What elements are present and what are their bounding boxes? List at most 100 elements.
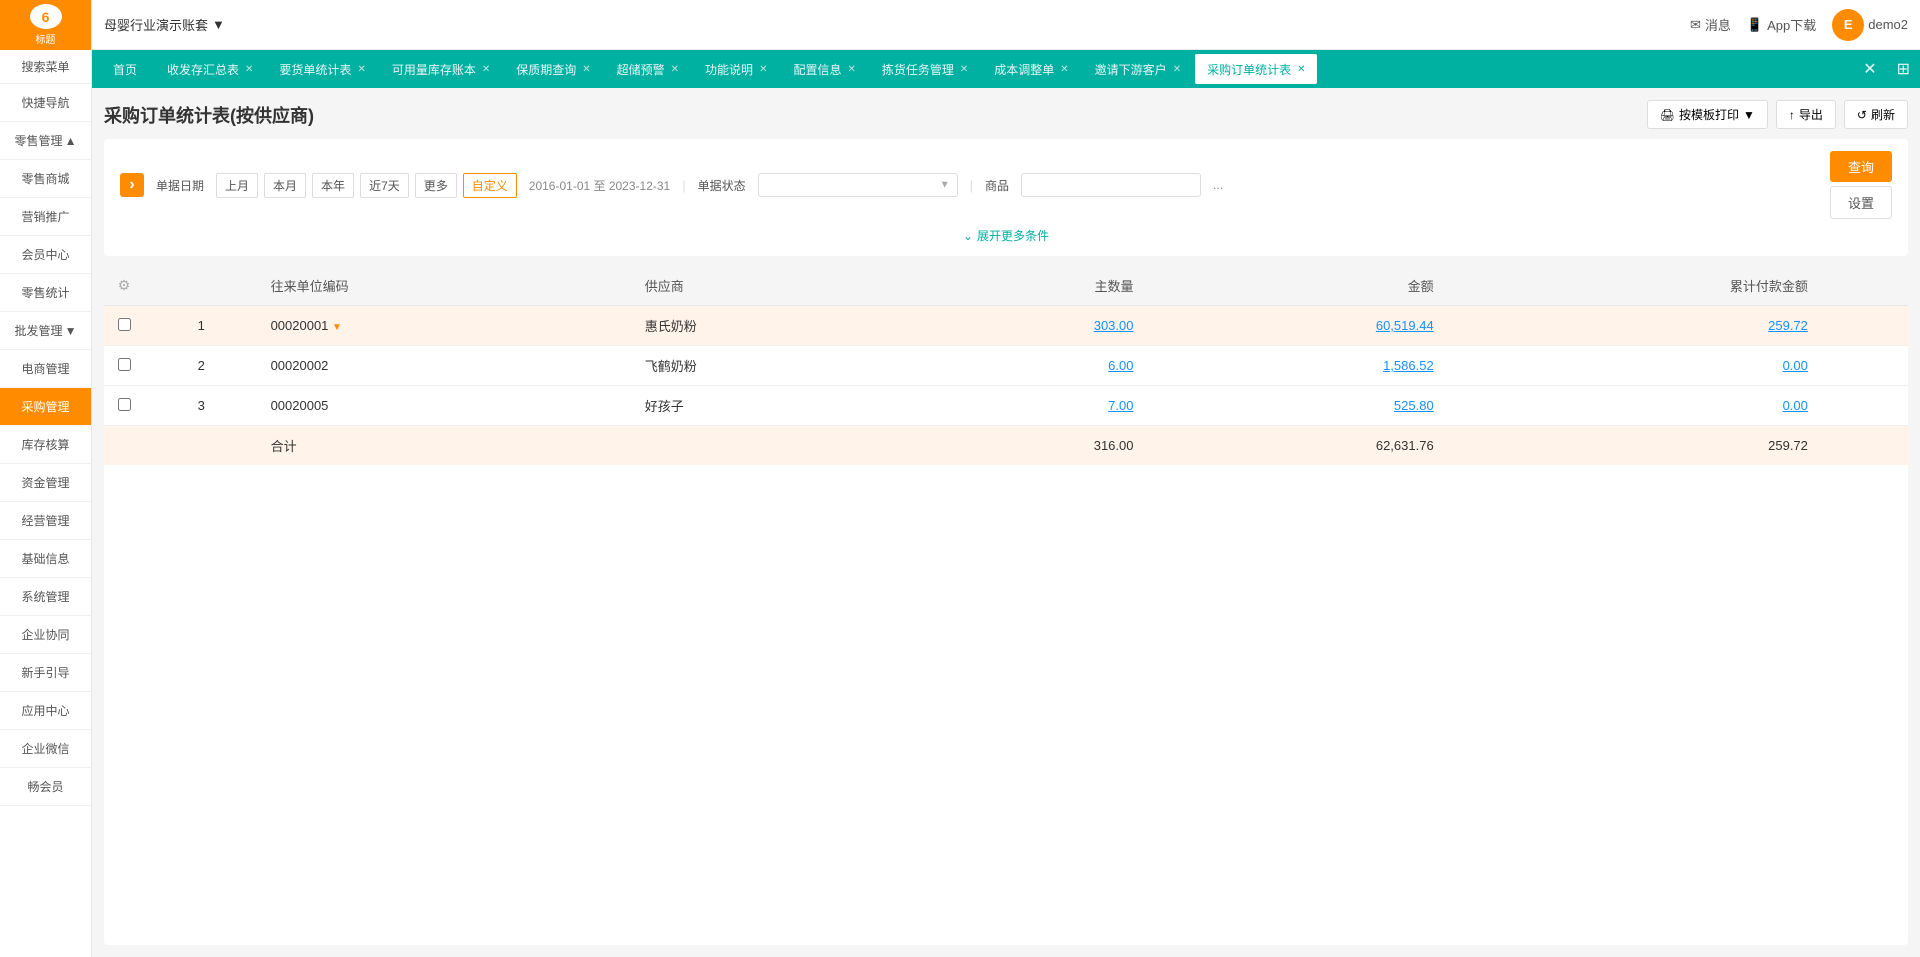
row-paid-amount[interactable]: 0.00 [1446, 386, 1820, 426]
tab-close-icon[interactable]: ✕ [582, 64, 590, 75]
sidebar-item-marketing[interactable]: 营销推广 [0, 198, 91, 236]
date-btn-7days[interactable]: 近7天 [360, 173, 409, 198]
tab-requisition-stat[interactable]: 要货单统计表 ✕ [267, 54, 377, 84]
goods-input[interactable] [1021, 173, 1201, 197]
tab-cost-adjust[interactable]: 成本调整单 ✕ [982, 54, 1080, 84]
tab-close-icon[interactable]: ✕ [1060, 64, 1068, 75]
tab-close-icon[interactable]: ✕ [671, 64, 679, 75]
chevron-down-icon: ▼ [1743, 108, 1755, 122]
workspace-label: 母婴行业演示账套 [104, 15, 208, 34]
page-header: 采购订单统计表(按供应商) 🖨 按模板打印 ▼ ↑ 导出 ↺ 刷新 [104, 100, 1908, 129]
sidebar-item-system[interactable]: 系统管理 [0, 578, 91, 616]
sidebar-item-batch[interactable]: 批发管理 ▼ [0, 312, 91, 350]
date-btn-this-month[interactable]: 本月 [264, 173, 306, 198]
date-custom-tag[interactable]: 自定义 [463, 173, 517, 198]
sidebar-item-newbie[interactable]: 新手引导 [0, 654, 91, 692]
tab-close-icon[interactable]: ✕ [847, 64, 855, 75]
footer-empty [104, 426, 259, 466]
tab-purchase-stat[interactable]: 采购订单统计表 ✕ [1195, 54, 1317, 84]
row-supplier-name: 飞鹤奶粉 [633, 346, 912, 386]
sidebar-item-purchase[interactable]: 采购管理 [0, 388, 91, 426]
app-download-action[interactable]: 📱 App下载 [1747, 15, 1816, 34]
date-btn-last-month[interactable]: 上月 [216, 173, 258, 198]
sidebar-item-retail[interactable]: 零售管理 ▲ [0, 122, 91, 160]
sidebar-item-quicknav[interactable]: 快捷导航 [0, 84, 91, 122]
tab-function-desc[interactable]: 功能说明 ✕ [693, 54, 779, 84]
tab-close-icon[interactable]: ✕ [759, 64, 767, 75]
top-bar-right: ✉ 消息 📱 App下载 E demo2 [1690, 9, 1908, 41]
tab-overstock-alert[interactable]: 超储预警 ✕ [605, 54, 691, 84]
tab-expiry-query[interactable]: 保质期查询 ✕ [504, 54, 602, 84]
app-logo: 6 标题 [0, 0, 91, 50]
row-amount[interactable]: 525.80 [1145, 386, 1445, 426]
col-extra [1820, 266, 1908, 306]
row-amount[interactable]: 1,586.52 [1145, 346, 1445, 386]
sidebar-item-operations[interactable]: 经营管理 [0, 502, 91, 540]
tab-invite-customer[interactable]: 邀请下游客户 ✕ [1083, 54, 1193, 84]
sidebar-item-basic[interactable]: 基础信息 [0, 540, 91, 578]
col-settings: ⚙ [104, 266, 144, 306]
settings-icon[interactable]: ⚙ [118, 277, 131, 293]
sidebar-item-appcenter[interactable]: 应用中心 [0, 692, 91, 730]
table-container: ⚙ 往来单位编码 供应商 主数量 金额 累计付款金额 [104, 266, 1908, 945]
row-supplier-name: 好孩子 [633, 386, 912, 426]
goods-label: 商品 [985, 177, 1009, 194]
date-btn-this-year[interactable]: 本年 [312, 173, 354, 198]
date-btn-more[interactable]: 更多 [415, 173, 457, 198]
row-quantity[interactable]: 303.00 [912, 306, 1146, 346]
footer-quantity: 316.00 [912, 426, 1146, 466]
tab-pick-task[interactable]: 拣货任务管理 ✕ [870, 54, 980, 84]
sidebar-item-wechat[interactable]: 企业微信 [0, 730, 91, 768]
row-quantity[interactable]: 6.00 [912, 346, 1146, 386]
sidebar-item-retail-stat[interactable]: 零售统计 [0, 274, 91, 312]
tab-close-icon[interactable]: ✕ [960, 64, 968, 75]
export-button[interactable]: ↑ 导出 [1776, 100, 1836, 129]
tab-close-icon[interactable]: ✕ [357, 64, 365, 75]
tab-home[interactable]: 首页 [97, 54, 153, 84]
sidebar-item-finance[interactable]: 资金管理 [0, 464, 91, 502]
workspace-selector[interactable]: 母婴行业演示账套 ▼ [104, 15, 225, 34]
sidebar-item-member[interactable]: 会员中心 [0, 236, 91, 274]
sidebar-item-inventory[interactable]: 库存核算 [0, 426, 91, 464]
table-footer-row: 合计 316.00 62,631.76 259.72 [104, 426, 1908, 466]
expand-conditions-btn[interactable]: ⌄ 展开更多条件 [963, 227, 1049, 244]
sidebar-item-ecommerce[interactable]: 电商管理 [0, 350, 91, 388]
refresh-button[interactable]: ↺ 刷新 [1844, 100, 1908, 129]
search-menu[interactable]: 搜索菜单 [0, 50, 91, 84]
row-paid-amount[interactable]: 0.00 [1446, 346, 1820, 386]
sidebar-item-retail-mall[interactable]: 零售商城 [0, 160, 91, 198]
message-action[interactable]: ✉ 消息 [1690, 15, 1731, 34]
tab-close-icon[interactable]: ✕ [482, 64, 490, 75]
row-quantity[interactable]: 7.00 [912, 386, 1146, 426]
sidebar: 6 标题 搜索菜单 快捷导航 零售管理 ▲ 零售商城 营销推广 会员中心 零售统… [0, 0, 92, 957]
table-header-row: ⚙ 往来单位编码 供应商 主数量 金额 累计付款金额 [104, 266, 1908, 306]
tab-config-info[interactable]: 配置信息 ✕ [781, 54, 867, 84]
status-select[interactable] [758, 173, 958, 197]
row-checkbox-cell [104, 306, 144, 346]
chevron-down-icon: ▲ [65, 134, 77, 148]
tab-expand-btn[interactable]: ⊞ [1891, 55, 1916, 83]
tab-close-icon[interactable]: ✕ [1297, 64, 1305, 75]
row-checkbox[interactable] [118, 398, 131, 411]
row-checkbox[interactable] [118, 358, 131, 371]
expand-row-icon[interactable]: ▼ [332, 322, 342, 333]
row-checkbox[interactable] [118, 318, 131, 331]
tab-close-all-btn[interactable]: ✕ [1857, 55, 1882, 83]
col-quantity: 主数量 [912, 266, 1146, 306]
tab-usable-inventory[interactable]: 可用量库存账本 ✕ [380, 54, 502, 84]
tab-close-icon[interactable]: ✕ [245, 64, 253, 75]
more-filter-btn[interactable]: ... [1213, 178, 1223, 192]
settings-button[interactable]: 设置 [1830, 186, 1892, 219]
tab-close-icon[interactable]: ✕ [1173, 64, 1181, 75]
search-button[interactable]: 查询 [1830, 151, 1892, 182]
date-range-text: 2016-01-01 至 2023-12-31 [529, 177, 670, 194]
table-row: 2 00020002 飞鹤奶粉 6.00 1,586.52 0.00 [104, 346, 1908, 386]
sidebar-item-enterprise[interactable]: 企业协同 [0, 616, 91, 654]
tab-receive-send[interactable]: 收发存汇总表 ✕ [155, 54, 265, 84]
user-profile[interactable]: E demo2 [1832, 9, 1908, 41]
row-amount[interactable]: 60,519.44 [1145, 306, 1445, 346]
row-paid-amount[interactable]: 259.72 [1446, 306, 1820, 346]
filter-toggle-button[interactable]: › [120, 173, 144, 197]
print-button[interactable]: 🖨 按模板打印 ▼ [1647, 100, 1768, 129]
sidebar-item-member2[interactable]: 畅会员 [0, 768, 91, 806]
